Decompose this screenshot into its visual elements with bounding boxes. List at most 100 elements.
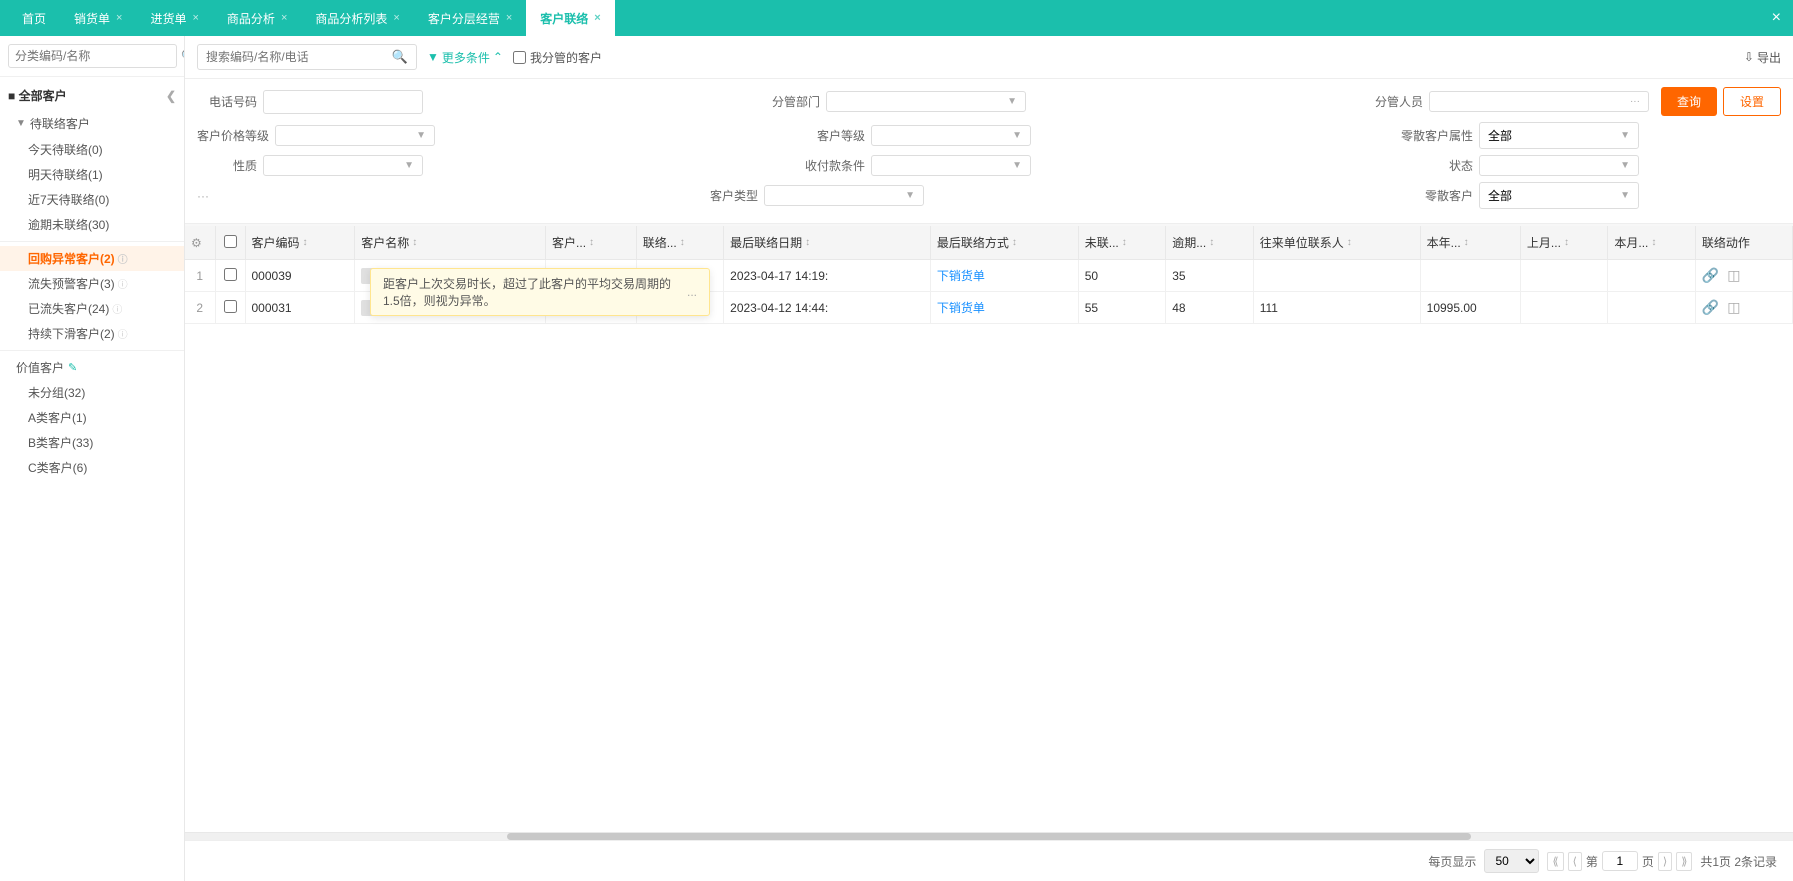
nav-customer-segmentation[interactable]: 客户分层经营 × (414, 0, 526, 36)
sort-type-icon[interactable]: ↕ (589, 237, 594, 248)
sidebar-overdue-contact[interactable]: 逾期未联络(30) (0, 212, 184, 237)
sidebar-7days-pending[interactable]: 近7天待联络(0) (0, 187, 184, 212)
sidebar-churned[interactable]: 已流失客户(24) ⓘ (0, 296, 184, 321)
sort-lastmonth-icon[interactable]: ↕ (1564, 237, 1569, 248)
customer-type-select[interactable]: ▼ (764, 185, 924, 206)
expand-more-icon[interactable]: ··· (197, 189, 209, 203)
nature-select[interactable]: ▼ (263, 155, 423, 176)
page-navigation: ⟪ ⟨ 第 页 ⟩ ⟫ (1547, 851, 1692, 871)
col-checkbox-all[interactable] (215, 226, 245, 260)
row1-uncontacted: 50 (1078, 260, 1165, 292)
filter-row-1: 电话号码 分管部门 ▼ 分管人员 ··· (197, 87, 1781, 116)
select-all-checkbox[interactable] (224, 235, 237, 248)
col-uncontacted: 未联...↕ (1078, 226, 1165, 260)
filter-actions: 查询 设置 (1661, 87, 1781, 116)
next-page-btn[interactable]: ⟩ (1658, 852, 1672, 871)
nav-home[interactable]: 首页 (8, 0, 60, 36)
churned-help-icon[interactable]: ⓘ (112, 301, 122, 316)
sidebar-class-a[interactable]: A类客户(1) (0, 405, 184, 430)
nav-close-product-list[interactable]: × (393, 12, 399, 24)
dept-select[interactable]: ▼ (826, 91, 1026, 112)
row1-grid-icon[interactable]: ◫ (1727, 267, 1740, 284)
sort-code-icon[interactable]: ↕ (303, 237, 308, 248)
horizontal-scrollbar[interactable] (185, 832, 1793, 840)
sidebar-today-pending[interactable]: 今天待联络(0) (0, 137, 184, 162)
row2-grid-icon[interactable]: ◫ (1727, 299, 1740, 316)
row2-link-icon[interactable]: 🔗 (1702, 299, 1719, 316)
sparse-attr-select[interactable]: 全部 ▼ (1479, 122, 1639, 149)
nav-sales-order[interactable]: 销货单 × (60, 0, 136, 36)
row2-checkbox[interactable] (215, 292, 245, 324)
nav-close-purchase[interactable]: × (192, 12, 198, 24)
last-page-btn[interactable]: ⟫ (1676, 852, 1692, 871)
nav-close-contact[interactable]: × (594, 12, 600, 24)
nav-close-segmentation[interactable]: × (506, 12, 512, 24)
tooltip-more[interactable]: ... (687, 285, 697, 299)
sidebar-repurchase-anomaly[interactable]: 回购异常客户(2) ⓘ (0, 246, 184, 271)
my-customers-check[interactable] (513, 51, 526, 64)
per-page-select[interactable]: 50 20 100 (1484, 849, 1539, 873)
export-button[interactable]: ⇩ 导出 (1744, 49, 1781, 66)
nav-close-sales[interactable]: × (116, 12, 122, 24)
pagination-bar: 每页显示 50 20 100 ⟪ ⟨ 第 页 ⟩ ⟫ 共1页 2条记录 (185, 840, 1793, 881)
sort-uncontacted-icon[interactable]: ↕ (1122, 237, 1127, 248)
sidebar-churn-warning[interactable]: 流失预警客户(3) ⓘ (0, 271, 184, 296)
sidebar-pending-contact-group[interactable]: ▼ 待联络客户 (0, 110, 184, 137)
declining-help-icon[interactable]: ⓘ (118, 326, 128, 341)
price-level-label: 客户价格等级 (197, 127, 269, 144)
value-customers-edit-icon[interactable]: ✎ (68, 361, 77, 374)
sort-month-icon[interactable]: ↕ (1651, 237, 1656, 248)
customer-level-select[interactable]: ▼ (871, 125, 1031, 146)
churn-warning-help-icon[interactable]: ⓘ (118, 276, 128, 291)
sort-contact-icon[interactable]: ↕ (680, 237, 685, 248)
window-close-button[interactable]: × (1772, 9, 1781, 27)
first-page-btn[interactable]: ⟪ (1547, 852, 1563, 871)
nav-product-analysis-list[interactable]: 商品分析列表 × (301, 0, 413, 36)
sort-date-icon[interactable]: ↕ (805, 237, 810, 248)
my-customers-checkbox[interactable]: 我分管的客户 (513, 49, 602, 66)
status-select[interactable]: ▼ (1479, 155, 1639, 176)
query-button[interactable]: 查询 (1661, 87, 1717, 116)
row2-last-method[interactable]: 下销货单 (930, 292, 1078, 324)
sidebar-search-input[interactable] (8, 44, 177, 68)
sort-person-icon[interactable]: ↕ (1347, 237, 1352, 248)
settings-button[interactable]: 设置 (1723, 87, 1781, 116)
main-search-input[interactable] (206, 50, 392, 64)
row1-link-icon[interactable]: 🔗 (1702, 267, 1719, 284)
sparse-customer-label: 零散客户 (1413, 187, 1473, 204)
sidebar-declining[interactable]: 持续下滑客户(2) ⓘ (0, 321, 184, 346)
nav-close-product-analysis[interactable]: × (281, 12, 287, 24)
payment-select[interactable]: ▼ (871, 155, 1031, 176)
sort-name-icon[interactable]: ↕ (412, 237, 417, 248)
prev-page-btn[interactable]: ⟨ (1568, 852, 1582, 871)
main-search-icon[interactable]: 🔍 (392, 49, 408, 65)
col-customer-code: 客户编码↕ (245, 226, 355, 260)
sparse-customer-select[interactable]: 全部 ▼ (1479, 182, 1639, 209)
nav-customer-contact[interactable]: 客户联络 × (526, 0, 614, 36)
row2-select[interactable] (224, 300, 237, 313)
nav-product-analysis[interactable]: 商品分析 × (213, 0, 301, 36)
sidebar-all-customers[interactable]: ■ 全部客户 ❮ (0, 81, 184, 110)
sort-method-icon[interactable]: ↕ (1012, 237, 1017, 248)
payment-arrow: ▼ (1012, 160, 1022, 171)
more-conditions-btn[interactable]: ▼ 更多条件 ⌃ (427, 49, 503, 66)
sidebar-value-customers-group[interactable]: 价值客户 ✎ (0, 355, 184, 380)
phone-input[interactable] (263, 90, 423, 114)
sidebar-class-b[interactable]: B类客户(33) (0, 430, 184, 455)
row1-select[interactable] (224, 268, 237, 281)
sort-overdue-icon[interactable]: ↕ (1209, 237, 1214, 248)
sort-year-icon[interactable]: ↕ (1464, 237, 1469, 248)
manager-select[interactable]: ··· (1429, 91, 1649, 112)
sidebar-tomorrow-pending[interactable]: 明天待联络(1) (0, 162, 184, 187)
price-level-select[interactable]: ▼ (275, 125, 435, 146)
repurchase-help-icon[interactable]: ⓘ (118, 251, 128, 266)
row1-checkbox[interactable] (215, 260, 245, 292)
sidebar-class-c[interactable]: C类客户(6) (0, 455, 184, 480)
col-settings[interactable]: ⚙ (185, 226, 215, 260)
sidebar-unassigned[interactable]: 未分组(32) (0, 380, 184, 405)
row1-last-method[interactable]: 下销货单 (930, 260, 1078, 292)
sidebar-collapse-btn[interactable]: ❮ (166, 89, 176, 103)
nav-purchase-order[interactable]: 进货单 × (136, 0, 212, 36)
page-number-input[interactable] (1602, 851, 1638, 871)
row2-this-year: 10995.00 (1420, 292, 1520, 324)
